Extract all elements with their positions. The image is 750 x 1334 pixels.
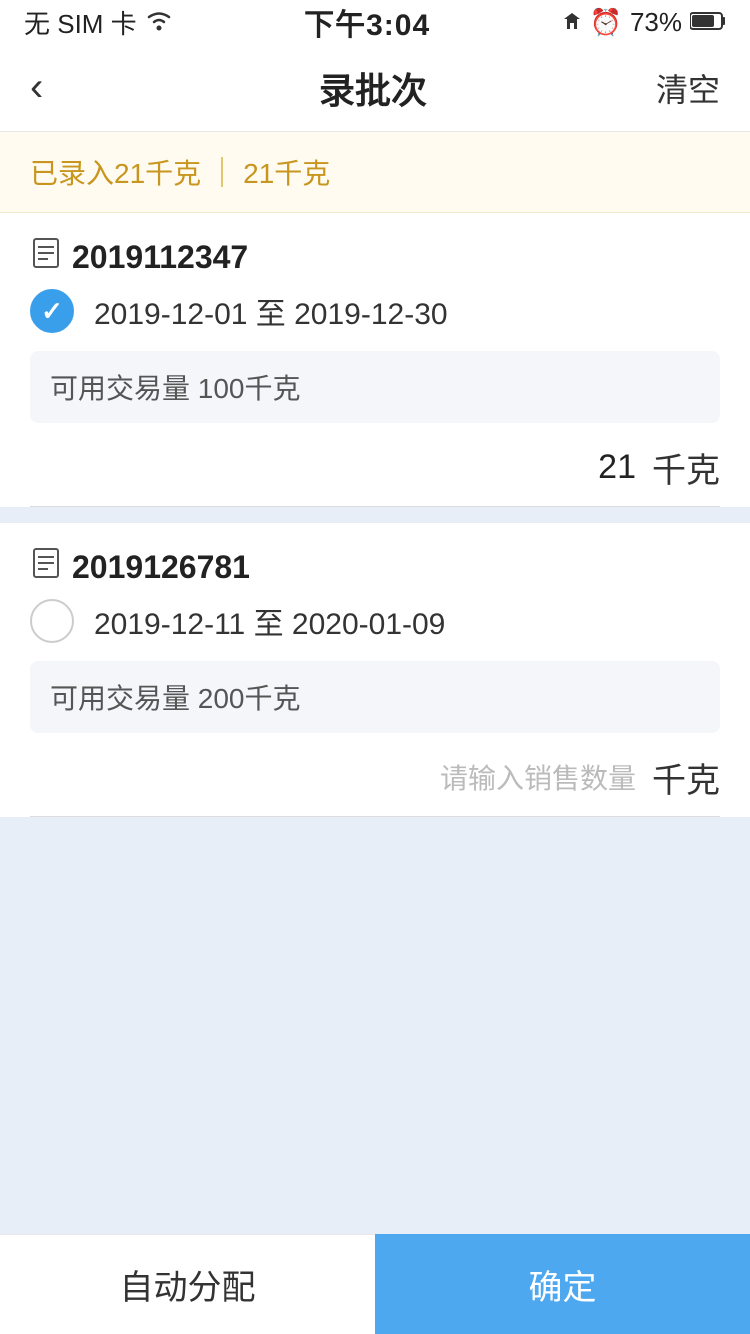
confirm-button[interactable]: 确定 [375, 1234, 750, 1334]
batch-date-1: 2019-12-01 至 2019-12-30 [94, 289, 448, 333]
qty-unit-1: 千克 [652, 443, 720, 492]
qty-row-1: 千克 [0, 423, 750, 506]
location-icon [562, 7, 582, 38]
qty-row-2: 千克 [0, 733, 750, 816]
status-right: ⏰ 73% [562, 7, 726, 38]
clear-button[interactable]: 清空 [656, 65, 720, 111]
batch-id-2: 2019126781 [72, 549, 250, 586]
spacer-area [0, 817, 750, 1277]
wifi-icon [145, 7, 173, 38]
qty-input-1[interactable] [436, 448, 636, 487]
separator-1 [0, 507, 750, 523]
info-divider [221, 157, 223, 187]
batch-qty-1: 可用交易量 100千克 [30, 351, 720, 423]
battery-text: 73% [630, 7, 682, 38]
radio-2[interactable] [30, 599, 74, 643]
status-time: 下午3:04 [304, 0, 430, 44]
recorded-label: 已录入21千克 [30, 152, 201, 192]
status-bar: 无 SIM 卡 下午3:04 ⏰ 73% [0, 0, 750, 44]
batch-id-1: 2019112347 [72, 239, 248, 276]
back-button[interactable]: ‹ [30, 65, 90, 110]
auto-distribute-button[interactable]: 自动分配 [0, 1234, 375, 1334]
batch-icon-2 [30, 547, 62, 587]
qty-input-2[interactable] [436, 758, 636, 797]
battery-icon [690, 7, 726, 38]
batch-item-1: 2019112347 2019-12-01 至 2019-12-30 可用交易量… [0, 213, 750, 507]
batch-icon-1 [30, 237, 62, 277]
info-value: 21千克 [243, 152, 330, 192]
batch-item-2: 2019126781 2019-12-11 至 2020-01-09 可用交易量… [0, 523, 750, 817]
page-title: 录批次 [319, 62, 427, 114]
radio-1[interactable] [30, 289, 74, 333]
alarm-icon: ⏰ [590, 7, 622, 38]
qty-unit-2: 千克 [652, 753, 720, 802]
bottom-bar: 自动分配 确定 [0, 1234, 750, 1334]
batch-date-2: 2019-12-11 至 2020-01-09 [94, 599, 445, 643]
info-bar: 已录入21千克 21千克 [0, 132, 750, 213]
status-left: 无 SIM 卡 [24, 4, 173, 41]
no-sim-text: 无 SIM 卡 [24, 4, 137, 41]
batch-qty-2: 可用交易量 200千克 [30, 661, 720, 733]
nav-bar: ‹ 录批次 清空 [0, 44, 750, 132]
